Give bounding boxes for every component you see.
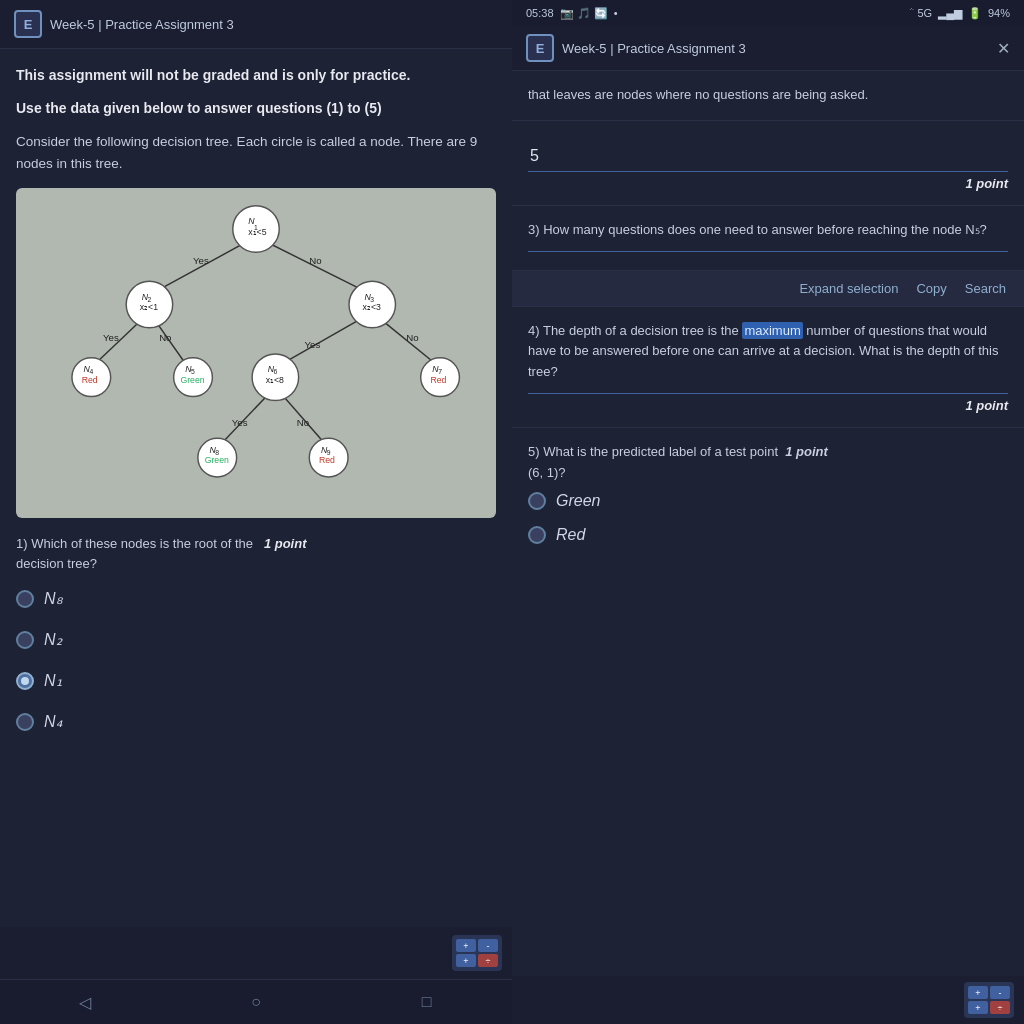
q3-answer-line (528, 251, 1008, 252)
right-content: that leaves are nodes where no questions… (512, 71, 1024, 976)
status-signal: ᪴ 5G (914, 7, 932, 19)
assignment-notice: This assignment will not be graded and i… (16, 65, 496, 86)
consider-text: Consider the following decision tree. Ea… (16, 131, 496, 174)
status-right: ᪴ 5G ▂▄▆ 🔋 94% (914, 7, 1010, 20)
left-header-title: Week-5 | Practice Assignment 3 (50, 17, 234, 32)
calc-cell-2: - (478, 939, 498, 952)
svg-text:Yes: Yes (193, 255, 209, 266)
radio-n4[interactable] (16, 713, 34, 731)
calc-cell-3: + (456, 954, 476, 967)
status-network-bars: ▂▄▆ (938, 7, 962, 20)
svg-text:x₂<3: x₂<3 (363, 303, 381, 313)
nav-back-icon[interactable]: ◁ (71, 988, 99, 1016)
option-red-label: Red (556, 526, 585, 544)
option-n4[interactable]: N₄ (16, 708, 496, 735)
q2-point: 1 point (528, 176, 1008, 191)
right-header-title: Week-5 | Practice Assignment 3 (562, 41, 746, 56)
option-n2-label: N₂ (44, 630, 62, 649)
r-calc-cell-3: + (968, 1001, 988, 1014)
tree-diagram: Yes No Yes No Yes No Yes No N 1 x₁<5 N 2… (16, 188, 496, 518)
option-n4-label: N₄ (44, 712, 62, 731)
svg-text:x₁<5: x₁<5 (248, 227, 266, 237)
status-icons: 📷 🎵 🔄 (560, 7, 608, 20)
q4-answer-line (528, 393, 1008, 394)
copy-btn[interactable]: Copy (912, 279, 950, 298)
status-battery-pct: 94% (988, 7, 1010, 19)
q4-text: 4) The depth of a decision tree is the m… (528, 321, 1008, 383)
svg-text:Green: Green (180, 375, 204, 385)
intro-text: that leaves are nodes where no questions… (528, 85, 1008, 106)
calc-cell-1: + (456, 939, 476, 952)
r-calc-cell-4: ÷ (990, 1001, 1010, 1014)
q4-highlighted-word: maximum (742, 322, 802, 339)
svg-text:No: No (297, 417, 309, 428)
svg-text:Yes: Yes (232, 417, 248, 428)
svg-text:x₁<8: x₁<8 (266, 375, 284, 385)
option-n2[interactable]: N₂ (16, 626, 496, 653)
right-bottom-bar: + - + ÷ (512, 976, 1024, 1024)
app-icon-left: E (14, 10, 42, 38)
svg-text:Yes: Yes (103, 333, 119, 344)
svg-text:Yes: Yes (304, 339, 320, 350)
app-icon-right: E (526, 34, 554, 62)
svg-text:No: No (406, 333, 418, 344)
q4-point: 1 point (528, 398, 1008, 413)
option-n8-label: N₈ (44, 589, 62, 608)
svg-text:Green: Green (205, 456, 229, 466)
q3-block: 3) How many questions does one need to a… (512, 206, 1024, 271)
right-panel: 05:38 📷 🎵 🔄 • ᪴ 5G ▂▄▆ 🔋 94% E Week-5 | … (512, 0, 1024, 1024)
svg-text:Red: Red (82, 375, 98, 385)
q2-answer-input[interactable] (528, 141, 1008, 172)
svg-text:Red: Red (319, 456, 335, 466)
close-button[interactable]: ✕ (997, 39, 1010, 58)
option-green-label: Green (556, 492, 600, 510)
calculator-icon[interactable]: + - + ÷ (452, 935, 502, 971)
right-calculator-icon[interactable]: + - + ÷ (964, 982, 1014, 1018)
nav-home-icon[interactable]: ○ (242, 988, 270, 1016)
option-n1[interactable]: N₁ (16, 667, 496, 694)
context-menu: Expand selection Copy Search (512, 271, 1024, 307)
nav-recent-icon[interactable]: □ (413, 988, 441, 1016)
q3-text: 3) How many questions does one need to a… (528, 220, 1008, 241)
radio-green[interactable] (528, 492, 546, 510)
status-dot: • (614, 7, 618, 19)
q5-text: 5) What is the predicted label of a test… (528, 442, 1008, 484)
svg-text:No: No (159, 333, 171, 344)
r-calc-cell-2: - (990, 986, 1010, 999)
svg-text:Red: Red (430, 375, 446, 385)
left-header: E Week-5 | Practice Assignment 3 (0, 0, 512, 49)
status-left: 05:38 📷 🎵 🔄 • (526, 7, 618, 20)
svg-text:No: No (309, 255, 321, 266)
option-n1-label: N₁ (44, 671, 62, 690)
option-red[interactable]: Red (528, 526, 1008, 544)
expand-selection-btn[interactable]: Expand selection (795, 279, 902, 298)
option-green[interactable]: Green (528, 492, 1008, 510)
calc-cell-4: ÷ (478, 954, 498, 967)
intro-block: that leaves are nodes where no questions… (512, 71, 1024, 121)
svg-text:x₂<1: x₂<1 (140, 303, 158, 313)
left-panel: E Week-5 | Practice Assignment 3 This as… (0, 0, 512, 1024)
status-bar: 05:38 📷 🎵 🔄 • ᪴ 5G ▂▄▆ 🔋 94% (512, 0, 1024, 26)
radio-n8[interactable] (16, 590, 34, 608)
left-bottom-bar: + - + ÷ (0, 927, 512, 979)
radio-n1[interactable] (16, 672, 34, 690)
radio-red[interactable] (528, 526, 546, 544)
use-data-notice: Use the data given below to answer quest… (16, 98, 496, 119)
option-n8[interactable]: N₈ (16, 585, 496, 612)
radio-n2[interactable] (16, 631, 34, 649)
q4-block: 4) The depth of a decision tree is the m… (512, 307, 1024, 428)
status-battery-icon: 🔋 (968, 7, 982, 20)
q5-block: 5) What is the predicted label of a test… (512, 428, 1024, 574)
q2-block: 1 point (512, 121, 1024, 206)
left-nav-bar: ◁ ○ □ (0, 979, 512, 1024)
left-content: This assignment will not be graded and i… (0, 49, 512, 927)
right-header: E Week-5 | Practice Assignment 3 ✕ (512, 26, 1024, 71)
q1-text: 1) Which of these nodes is the root of t… (16, 534, 496, 573)
search-btn[interactable]: Search (961, 279, 1010, 298)
r-calc-cell-1: + (968, 986, 988, 999)
question-1-section: 1) Which of these nodes is the root of t… (16, 534, 496, 735)
status-time: 05:38 (526, 7, 554, 19)
